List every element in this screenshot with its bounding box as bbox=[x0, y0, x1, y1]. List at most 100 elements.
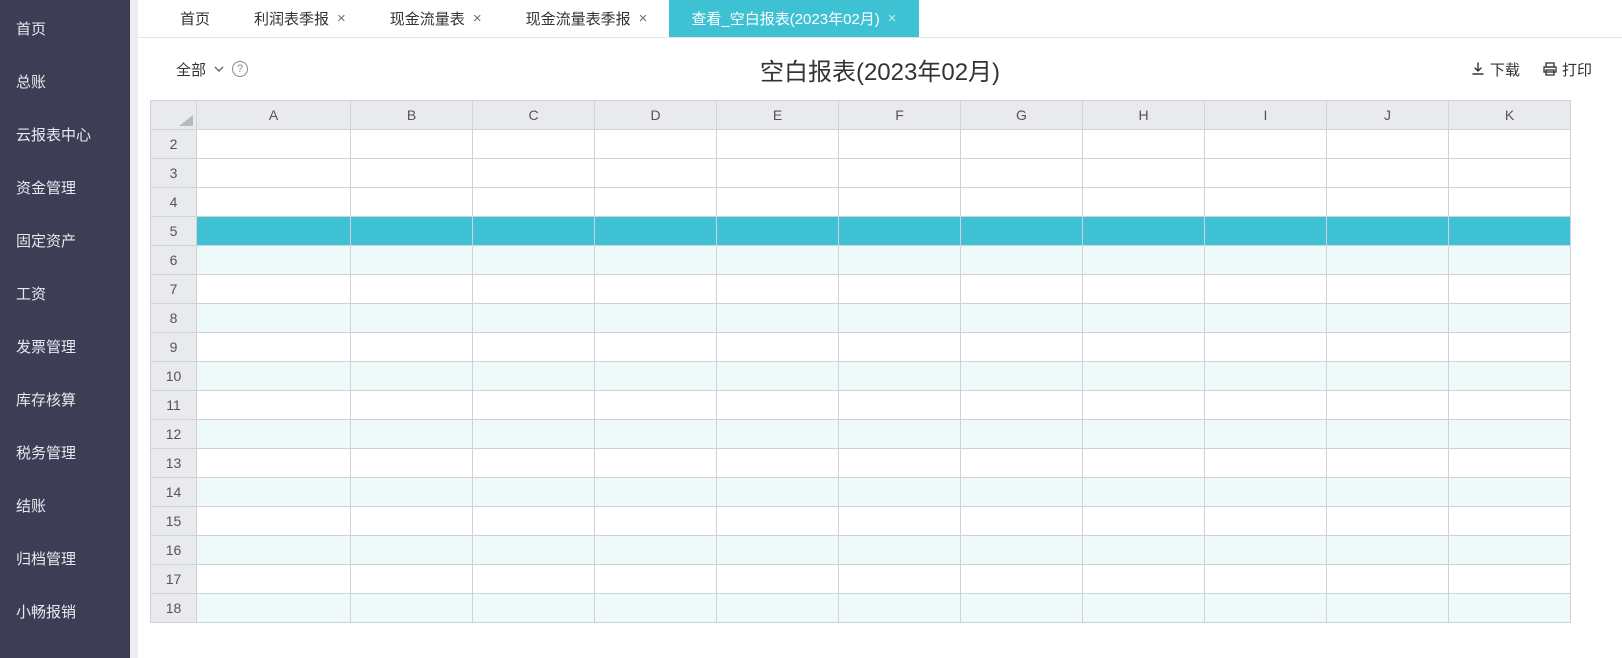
cell-A12[interactable] bbox=[197, 420, 351, 449]
cell-B14[interactable] bbox=[351, 478, 473, 507]
cell-K11[interactable] bbox=[1449, 391, 1571, 420]
cell-I12[interactable] bbox=[1205, 420, 1327, 449]
cell-G7[interactable] bbox=[961, 275, 1083, 304]
cell-D15[interactable] bbox=[595, 507, 717, 536]
cell-C9[interactable] bbox=[473, 333, 595, 362]
cell-D6[interactable] bbox=[595, 246, 717, 275]
cell-I7[interactable] bbox=[1205, 275, 1327, 304]
cell-J8[interactable] bbox=[1327, 304, 1449, 333]
cell-H8[interactable] bbox=[1083, 304, 1205, 333]
cell-G18[interactable] bbox=[961, 594, 1083, 623]
cell-J5[interactable] bbox=[1327, 217, 1449, 246]
cell-I2[interactable] bbox=[1205, 130, 1327, 159]
cell-K5[interactable] bbox=[1449, 217, 1571, 246]
cell-K15[interactable] bbox=[1449, 507, 1571, 536]
cell-B3[interactable] bbox=[351, 159, 473, 188]
cell-J12[interactable] bbox=[1327, 420, 1449, 449]
cell-H17[interactable] bbox=[1083, 565, 1205, 594]
close-icon[interactable]: × bbox=[473, 11, 482, 26]
cell-H18[interactable] bbox=[1083, 594, 1205, 623]
row-header-13[interactable]: 13 bbox=[151, 449, 197, 478]
cell-I16[interactable] bbox=[1205, 536, 1327, 565]
cell-B7[interactable] bbox=[351, 275, 473, 304]
tab-4[interactable]: 查看_空白报表(2023年02月)× bbox=[669, 0, 918, 37]
column-header-A[interactable]: A bbox=[197, 101, 351, 130]
cell-D7[interactable] bbox=[595, 275, 717, 304]
cell-I4[interactable] bbox=[1205, 188, 1327, 217]
sidebar-item-8[interactable]: 税务管理 bbox=[0, 426, 130, 479]
cell-G2[interactable] bbox=[961, 130, 1083, 159]
cell-G3[interactable] bbox=[961, 159, 1083, 188]
row-header-7[interactable]: 7 bbox=[151, 275, 197, 304]
cell-C5[interactable] bbox=[473, 217, 595, 246]
sidebar-item-2[interactable]: 云报表中心 bbox=[0, 108, 130, 161]
cell-K9[interactable] bbox=[1449, 333, 1571, 362]
cell-F18[interactable] bbox=[839, 594, 961, 623]
cell-D13[interactable] bbox=[595, 449, 717, 478]
cell-J13[interactable] bbox=[1327, 449, 1449, 478]
cell-E3[interactable] bbox=[717, 159, 839, 188]
cell-B2[interactable] bbox=[351, 130, 473, 159]
cell-F8[interactable] bbox=[839, 304, 961, 333]
print-button[interactable]: 打印 bbox=[1542, 59, 1592, 80]
cell-H7[interactable] bbox=[1083, 275, 1205, 304]
cell-I17[interactable] bbox=[1205, 565, 1327, 594]
sidebar-item-0[interactable]: 首页 bbox=[0, 2, 130, 55]
sidebar-item-10[interactable]: 归档管理 bbox=[0, 532, 130, 585]
cell-G16[interactable] bbox=[961, 536, 1083, 565]
column-header-I[interactable]: I bbox=[1205, 101, 1327, 130]
cell-G13[interactable] bbox=[961, 449, 1083, 478]
cell-F5[interactable] bbox=[839, 217, 961, 246]
cell-B8[interactable] bbox=[351, 304, 473, 333]
cell-G10[interactable] bbox=[961, 362, 1083, 391]
row-header-14[interactable]: 14 bbox=[151, 478, 197, 507]
cell-A7[interactable] bbox=[197, 275, 351, 304]
row-header-10[interactable]: 10 bbox=[151, 362, 197, 391]
column-header-E[interactable]: E bbox=[717, 101, 839, 130]
close-icon[interactable]: × bbox=[337, 11, 346, 26]
cell-K2[interactable] bbox=[1449, 130, 1571, 159]
close-icon[interactable]: × bbox=[639, 11, 648, 26]
cell-B11[interactable] bbox=[351, 391, 473, 420]
row-header-3[interactable]: 3 bbox=[151, 159, 197, 188]
cell-J17[interactable] bbox=[1327, 565, 1449, 594]
cell-J7[interactable] bbox=[1327, 275, 1449, 304]
cell-J4[interactable] bbox=[1327, 188, 1449, 217]
cell-D16[interactable] bbox=[595, 536, 717, 565]
tab-0[interactable]: 首页 bbox=[158, 0, 232, 37]
cell-J15[interactable] bbox=[1327, 507, 1449, 536]
cell-C3[interactable] bbox=[473, 159, 595, 188]
cell-E2[interactable] bbox=[717, 130, 839, 159]
cell-I9[interactable] bbox=[1205, 333, 1327, 362]
cell-F6[interactable] bbox=[839, 246, 961, 275]
column-header-J[interactable]: J bbox=[1327, 101, 1449, 130]
row-header-2[interactable]: 2 bbox=[151, 130, 197, 159]
row-header-16[interactable]: 16 bbox=[151, 536, 197, 565]
cell-G8[interactable] bbox=[961, 304, 1083, 333]
cell-C8[interactable] bbox=[473, 304, 595, 333]
cell-A14[interactable] bbox=[197, 478, 351, 507]
cell-I8[interactable] bbox=[1205, 304, 1327, 333]
row-header-12[interactable]: 12 bbox=[151, 420, 197, 449]
cell-A5[interactable] bbox=[197, 217, 351, 246]
cell-C7[interactable] bbox=[473, 275, 595, 304]
cell-I13[interactable] bbox=[1205, 449, 1327, 478]
cell-E6[interactable] bbox=[717, 246, 839, 275]
cell-F15[interactable] bbox=[839, 507, 961, 536]
cell-F3[interactable] bbox=[839, 159, 961, 188]
cell-F17[interactable] bbox=[839, 565, 961, 594]
column-header-C[interactable]: C bbox=[473, 101, 595, 130]
cell-G9[interactable] bbox=[961, 333, 1083, 362]
column-header-D[interactable]: D bbox=[595, 101, 717, 130]
cell-C2[interactable] bbox=[473, 130, 595, 159]
cell-G4[interactable] bbox=[961, 188, 1083, 217]
cell-C11[interactable] bbox=[473, 391, 595, 420]
tab-2[interactable]: 现金流量表× bbox=[368, 0, 504, 37]
row-header-15[interactable]: 15 bbox=[151, 507, 197, 536]
sidebar-item-1[interactable]: 总账 bbox=[0, 55, 130, 108]
cell-K10[interactable] bbox=[1449, 362, 1571, 391]
cell-K14[interactable] bbox=[1449, 478, 1571, 507]
cell-B18[interactable] bbox=[351, 594, 473, 623]
cell-E15[interactable] bbox=[717, 507, 839, 536]
row-header-9[interactable]: 9 bbox=[151, 333, 197, 362]
